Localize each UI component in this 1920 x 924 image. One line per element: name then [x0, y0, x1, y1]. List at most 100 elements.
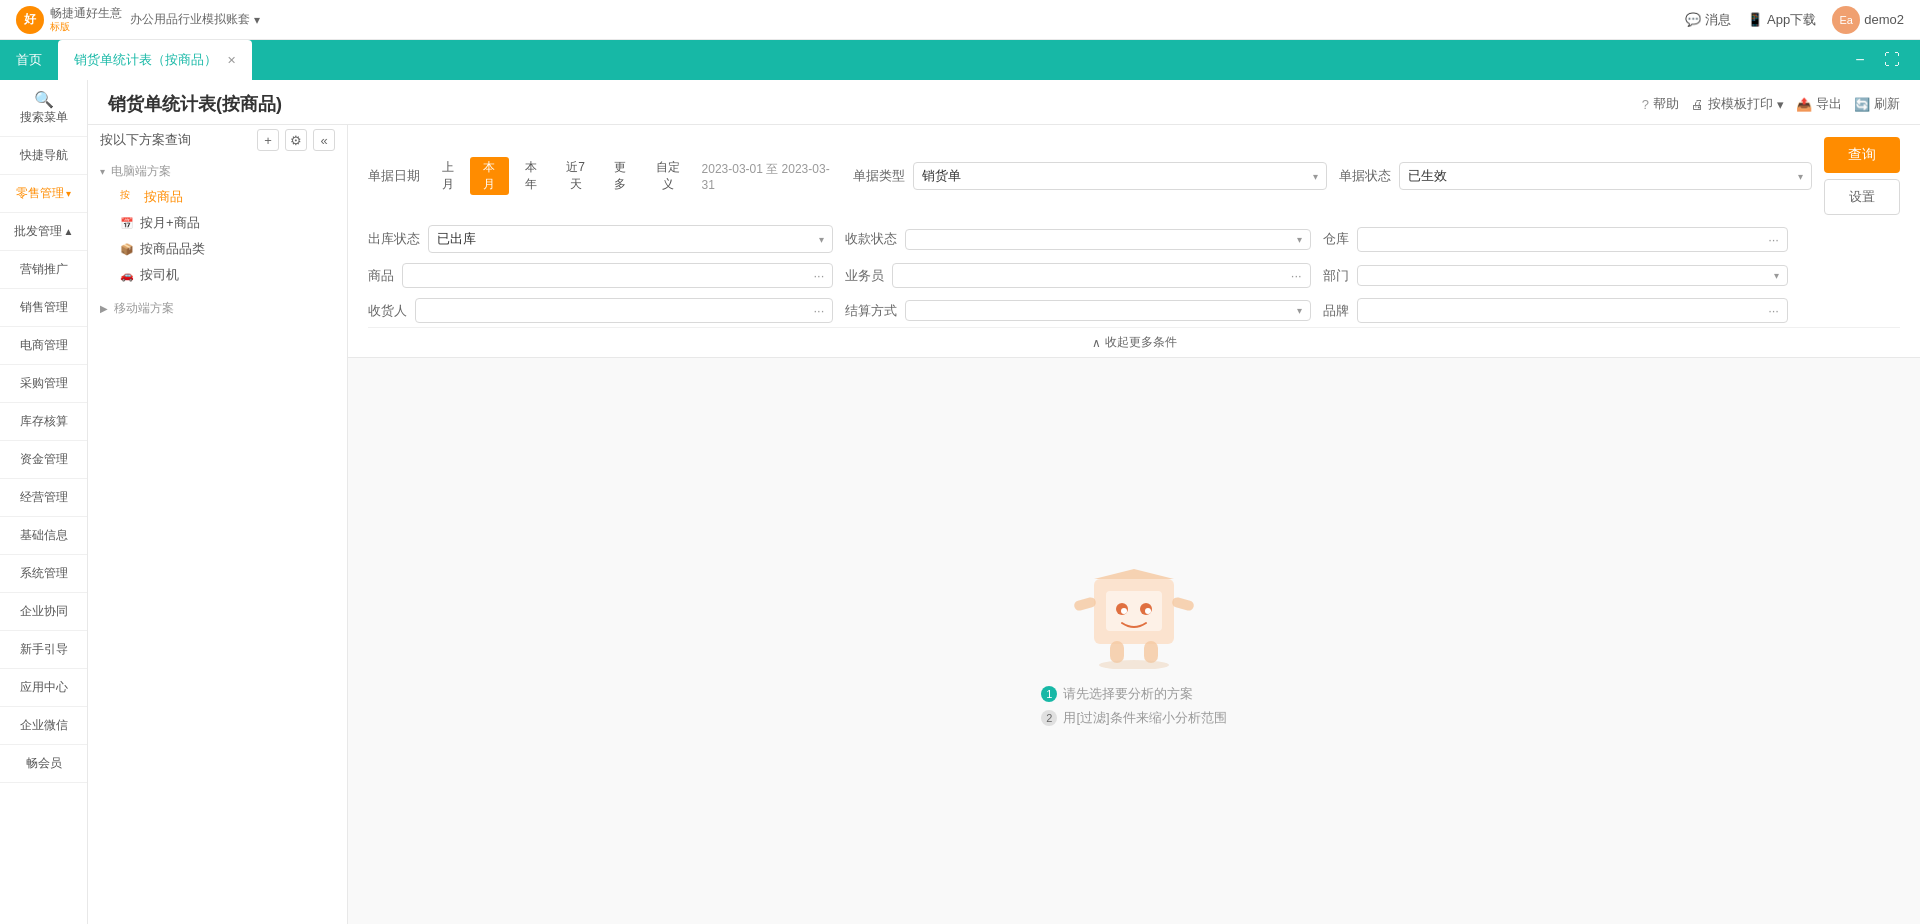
settings-button[interactable]: 设置	[1824, 179, 1900, 215]
tab-close-icon[interactable]: ✕	[227, 54, 236, 67]
left-panel-title: 按以下方案查询	[100, 131, 191, 149]
sidebar-item-purchase[interactable]: 采购管理	[0, 365, 87, 403]
sidebar: 🔍 搜索菜单 快捷导航 零售管理▾ 批发管理▲ 营销推广 销售管理 电商管理 采…	[0, 80, 88, 924]
sidebar-item-finance[interactable]: 资金管理	[0, 441, 87, 479]
sidebar-item-inventory[interactable]: 库存核算	[0, 403, 87, 441]
sidebar-item-enterprise[interactable]: 企业协同	[0, 593, 87, 631]
template-print-button[interactable]: 🖨 按模板打印 ▾	[1691, 95, 1784, 113]
staff-input[interactable]: ···	[892, 263, 1310, 288]
payment-status-arrow: ▾	[1297, 234, 1302, 245]
product-input[interactable]: ···	[402, 263, 833, 288]
tab-minimize-button[interactable]: −	[1848, 48, 1872, 72]
date-btn-last-month[interactable]: 上月	[428, 157, 468, 195]
filter-panel: 单据日期 上月 本月 本年 近7天 更多 自定义 2023-03-01 至 20…	[348, 125, 1920, 358]
sidebar-item-marketing[interactable]: 营销推广	[0, 251, 87, 289]
edit-scheme-button[interactable]: ⚙	[285, 129, 307, 151]
export-button[interactable]: 📤 导出	[1796, 95, 1842, 113]
avatar: Ea	[1832, 6, 1860, 34]
main-content: 1 请先选择要分析的方案 2 用[过滤]条件来缩小分析范围	[348, 358, 1920, 924]
date-btn-this-year[interactable]: 本年	[511, 157, 551, 195]
filter-row-2: 出库状态 已出库 ▾ 收款状态 ▾	[368, 225, 1900, 253]
empty-svg	[1064, 549, 1204, 669]
sidebar-item-basic[interactable]: 基础信息	[0, 517, 87, 555]
storage-label: 仓库	[1323, 230, 1349, 248]
status-label: 单据状态	[1339, 167, 1391, 185]
tree-item-by-product[interactable]: 按 按商品	[88, 184, 347, 210]
sidebar-item-member[interactable]: 畅会员	[0, 745, 87, 783]
left-panel-actions: + ⚙ «	[257, 129, 335, 151]
sidebar-item-search[interactable]: 🔍 搜索菜单	[0, 80, 87, 137]
tree-mobile-section[interactable]: ▶ 移动端方案	[88, 296, 347, 321]
sidebar-item-retail[interactable]: 零售管理▾	[0, 175, 87, 213]
receiver-input[interactable]: ···	[415, 298, 833, 323]
product-dots-icon[interactable]: ···	[813, 268, 824, 283]
date-btn-7days[interactable]: 近7天	[553, 157, 599, 195]
sidebar-item-wechat[interactable]: 企业微信	[0, 707, 87, 745]
tree-item-by-printer[interactable]: 🚗 按司机	[88, 262, 347, 288]
collapse-label: 收起更多条件	[1105, 334, 1177, 351]
messages-button[interactable]: 💬 消息	[1685, 11, 1731, 29]
breadcrumb-text: 办公用品行业模拟账套	[130, 11, 250, 28]
sidebar-item-quicknav[interactable]: 快捷导航	[0, 137, 87, 175]
sidebar-item-system[interactable]: 系统管理	[0, 555, 87, 593]
warehouse-status-label: 出库状态	[368, 230, 420, 248]
storage-dots-icon[interactable]: ···	[1768, 232, 1779, 247]
sidebar-item-sales[interactable]: 销售管理	[0, 289, 87, 327]
sidebar-item-appcenter[interactable]: 应用中心	[0, 669, 87, 707]
tab-expand-button[interactable]: ⛶	[1880, 48, 1904, 72]
date-btn-custom[interactable]: 自定义	[642, 157, 693, 195]
brand-label: 品牌	[1323, 302, 1349, 320]
refresh-button[interactable]: 🔄 刷新	[1854, 95, 1900, 113]
collapse-panel-button[interactable]: «	[313, 129, 335, 151]
sidebar-item-ecommerce[interactable]: 电商管理	[0, 327, 87, 365]
staff-dots-icon[interactable]: ···	[1291, 268, 1302, 283]
collapse-bar[interactable]: ∧ 收起更多条件	[368, 327, 1900, 357]
brand-input[interactable]: ···	[1357, 298, 1788, 323]
page-header: 销货单统计表(按商品) ? 帮助 🖨 按模板打印 ▾ 📤 导出 🔄 刷新	[88, 80, 1920, 125]
help-button[interactable]: ? 帮助	[1642, 95, 1679, 113]
payment-method-select[interactable]: ▾	[905, 300, 1310, 321]
tree-item-by-product-category[interactable]: 📦 按商品品类	[88, 236, 347, 262]
breadcrumb-arrow: ▾	[254, 13, 260, 27]
date-btn-more[interactable]: 更多	[601, 157, 641, 195]
tree-desktop-arrow: ▾	[100, 166, 105, 177]
filter-row-3: 商品 ··· 业务员 ···	[368, 263, 1900, 288]
sidebar-item-newbie[interactable]: 新手引导	[0, 631, 87, 669]
step2-text: 用[过滤]条件来缩小分析范围	[1063, 709, 1226, 727]
receiver-dots-icon[interactable]: ···	[813, 303, 824, 318]
sidebar-item-operations[interactable]: 经营管理	[0, 479, 87, 517]
message-icon: 💬	[1685, 12, 1701, 27]
top-bar-right: 💬 消息 📱 App下载 Ea demo2	[1685, 6, 1904, 34]
app-download-button[interactable]: 📱 App下载	[1747, 11, 1816, 29]
status-select[interactable]: 已生效 ▾	[1399, 162, 1812, 190]
tab-home[interactable]: 首页	[0, 40, 58, 80]
logo-area: 好 畅捷通好生意 标版	[16, 6, 122, 34]
user-area[interactable]: Ea demo2	[1832, 6, 1904, 34]
filter-brand-group: 品牌 ···	[1323, 298, 1788, 323]
warehouse-status-select[interactable]: 已出库 ▾	[428, 225, 833, 253]
filter-row-4: 收货人 ··· 结算方式 ▾	[368, 298, 1900, 323]
payment-status-select[interactable]: ▾	[905, 229, 1310, 250]
payment-method-arrow: ▾	[1297, 305, 1302, 316]
sidebar-item-wholesale[interactable]: 批发管理▲	[0, 213, 87, 251]
status-value: 已生效	[1408, 167, 1447, 185]
tree-mobile-label: 移动端方案	[114, 300, 174, 317]
filter-dept-group: 部门 ▾	[1323, 265, 1788, 286]
type-select[interactable]: 销货单 ▾	[913, 162, 1326, 190]
app-download-icon: 📱	[1747, 12, 1763, 27]
brand-dots-icon[interactable]: ···	[1768, 303, 1779, 318]
tab-report[interactable]: 销货单统计表（按商品） ✕	[58, 40, 252, 80]
tree-icon-printer: 🚗	[120, 268, 134, 282]
dept-select[interactable]: ▾	[1357, 265, 1788, 286]
svg-point-4	[1121, 608, 1127, 614]
date-btn-this-month[interactable]: 本月	[470, 157, 510, 195]
storage-input[interactable]: ···	[1357, 227, 1788, 252]
top-bar: 好 畅捷通好生意 标版 办公用品行业模拟账套 ▾ 💬 消息 📱 App下载 Ea…	[0, 0, 1920, 40]
query-button[interactable]: 查询	[1824, 137, 1900, 173]
right-section: 单据日期 上月 本月 本年 近7天 更多 自定义 2023-03-01 至 20…	[348, 125, 1920, 924]
action-buttons: 查询 设置	[1824, 137, 1900, 215]
tree-desktop-section[interactable]: ▾ 电脑端方案	[88, 159, 347, 184]
filter-type-group: 单据类型 销货单 ▾	[853, 162, 1326, 190]
add-scheme-button[interactable]: +	[257, 129, 279, 151]
tree-item-by-month-product[interactable]: 📅 按月+商品	[88, 210, 347, 236]
